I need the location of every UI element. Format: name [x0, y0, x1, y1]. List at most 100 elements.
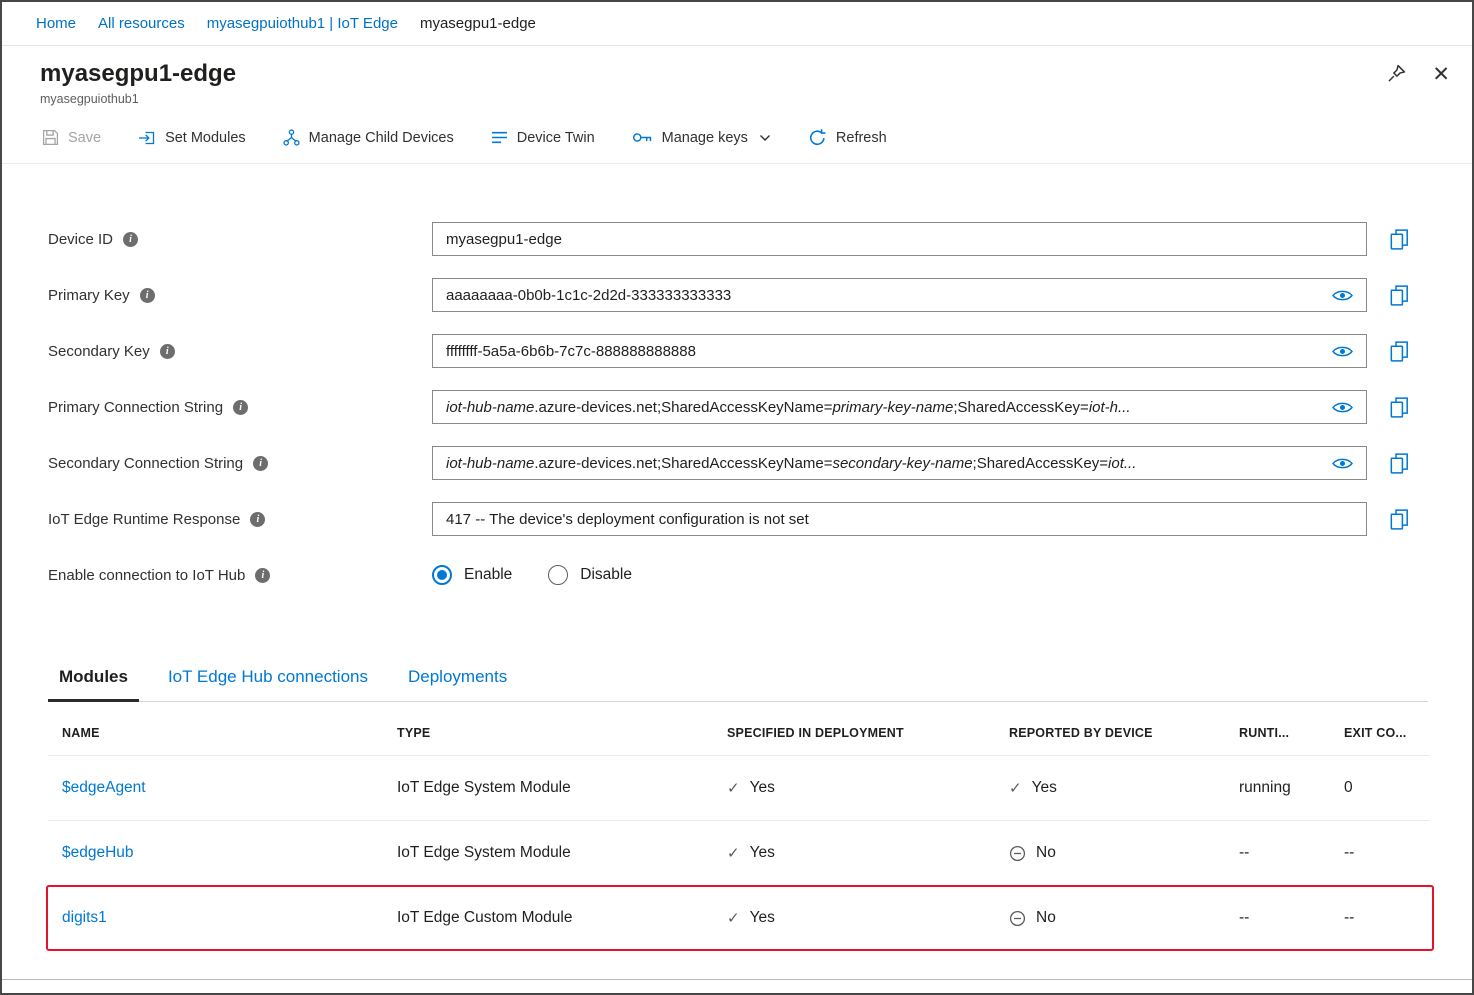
page-subtitle: myasegpuiothub1	[40, 92, 1434, 106]
radio-selected-icon	[432, 565, 452, 585]
breadcrumb-iothub[interactable]: myasegpuiothub1 | IoT Edge	[207, 15, 398, 32]
form-row-connection-toggle: Enable connection to IoT Hub i Enable Di…	[48, 558, 1472, 592]
info-icon[interactable]: i	[140, 288, 155, 303]
eye-icon[interactable]	[1322, 457, 1353, 470]
module-type: IoT Edge System Module	[397, 844, 727, 862]
eye-icon[interactable]	[1322, 345, 1353, 358]
primary-connection-string-input[interactable]: iot-hub-name.azure-devices.net;SharedAcc…	[432, 390, 1367, 424]
secondary-key-value: ffffffff-5a5a-6b6b-7c7c-888888888888	[446, 343, 696, 360]
specified-cell: ✓ Yes	[727, 844, 1009, 862]
info-icon[interactable]: i	[123, 232, 138, 247]
form-row-device-id: Device ID i myasegpu1-edge	[48, 222, 1472, 256]
info-icon[interactable]: i	[255, 568, 270, 583]
table-row: $edgeHub IoT Edge System Module ✓ Yes No…	[48, 821, 1430, 886]
column-header-runtime: RUNTI...	[1239, 726, 1344, 740]
connection-toggle-group: Enable Disable	[432, 565, 632, 585]
table-row: $edgeAgent IoT Edge System Module ✓ Yes …	[48, 756, 1430, 821]
reported-cell: No	[1009, 909, 1239, 927]
info-icon[interactable]: i	[253, 456, 268, 471]
eye-icon[interactable]	[1322, 289, 1353, 302]
device-id-value: myasegpu1-edge	[446, 231, 562, 248]
module-link[interactable]: digits1	[62, 909, 397, 927]
close-button[interactable]: ✕	[1432, 65, 1450, 85]
breadcrumb-all-resources[interactable]: All resources	[98, 15, 185, 32]
device-twin-icon	[491, 130, 508, 145]
header-actions: ✕	[1387, 64, 1450, 86]
table-row-highlighted: digits1 IoT Edge Custom Module ✓ Yes No …	[48, 886, 1430, 951]
exit-code: --	[1344, 909, 1430, 927]
set-modules-icon	[138, 130, 156, 146]
refresh-label: Refresh	[836, 130, 887, 146]
radio-disable[interactable]: Disable	[548, 565, 632, 585]
chevron-down-icon	[759, 134, 771, 142]
manage-keys-label: Manage keys	[662, 130, 748, 146]
breadcrumb: Home All resources myasegpuiothub1 | IoT…	[2, 2, 1472, 46]
module-link[interactable]: $edgeHub	[62, 844, 397, 862]
exit-code: 0	[1344, 779, 1430, 797]
device-twin-button[interactable]: Device Twin	[491, 130, 595, 146]
reported-value: No	[1036, 844, 1056, 862]
specified-value: Yes	[750, 779, 775, 797]
save-icon	[42, 129, 59, 146]
secondary-connection-string-input[interactable]: iot-hub-name.azure-devices.net;SharedAcc…	[432, 446, 1367, 480]
tab-modules[interactable]: Modules	[48, 659, 139, 701]
connection-toggle-label: Enable connection to IoT Hub	[48, 567, 245, 584]
primary-key-input[interactable]: aaaaaaaa-0b0b-1c1c-2d2d-333333333333	[432, 278, 1367, 312]
reported-value: No	[1036, 909, 1056, 927]
save-button[interactable]: Save	[42, 129, 101, 146]
tab-deployments[interactable]: Deployments	[397, 659, 518, 701]
refresh-icon	[808, 128, 827, 147]
form-row-primary-key: Primary Key i aaaaaaaa-0b0b-1c1c-2d2d-33…	[48, 278, 1472, 312]
copy-icon[interactable]	[1390, 341, 1409, 362]
module-link[interactable]: $edgeAgent	[62, 779, 397, 797]
secondary-key-input[interactable]: ffffffff-5a5a-6b6b-7c7c-888888888888	[432, 334, 1367, 368]
minus-circle-icon	[1009, 845, 1026, 862]
breadcrumb-home[interactable]: Home	[36, 15, 76, 32]
specified-value: Yes	[750, 909, 775, 927]
copy-icon[interactable]	[1390, 285, 1409, 306]
info-icon[interactable]: i	[233, 400, 248, 415]
pin-button[interactable]	[1387, 64, 1406, 86]
runtime-status: --	[1239, 909, 1344, 927]
table-header: NAME TYPE SPECIFIED IN DEPLOYMENT REPORT…	[48, 702, 1430, 756]
specified-cell: ✓ Yes	[727, 909, 1009, 927]
primary-key-label: Primary Key	[48, 287, 130, 304]
copy-icon[interactable]	[1390, 453, 1409, 474]
manage-keys-button[interactable]: Manage keys	[632, 130, 771, 146]
radio-enable-label: Enable	[464, 566, 512, 584]
set-modules-button[interactable]: Set Modules	[138, 130, 246, 146]
tab-bar: Modules IoT Edge Hub connections Deploym…	[48, 659, 1428, 702]
pin-icon	[1387, 64, 1406, 86]
bottom-divider	[2, 979, 1472, 980]
info-icon[interactable]: i	[250, 512, 265, 527]
runtime-response-input[interactable]: 417 -- The device's deployment configura…	[432, 502, 1367, 536]
radio-enable[interactable]: Enable	[432, 565, 512, 585]
runtime-status: running	[1239, 779, 1344, 797]
command-bar: Save Set Modules Manage Child Devices De…	[2, 112, 1472, 164]
form-row-secondary-key: Secondary Key i ffffffff-5a5a-6b6b-7c7c-…	[48, 334, 1472, 368]
copy-icon[interactable]	[1390, 509, 1409, 530]
refresh-button[interactable]: Refresh	[808, 128, 887, 147]
tab-iot-edge-hub-connections[interactable]: IoT Edge Hub connections	[157, 659, 379, 701]
info-icon[interactable]: i	[160, 344, 175, 359]
check-icon: ✓	[727, 779, 740, 797]
column-header-exit-code: EXIT CO...	[1344, 726, 1430, 740]
eye-icon[interactable]	[1322, 401, 1353, 414]
reported-cell: ✓ Yes	[1009, 779, 1239, 797]
reported-value: Yes	[1032, 779, 1057, 797]
check-icon: ✓	[727, 844, 740, 862]
device-id-input[interactable]: myasegpu1-edge	[432, 222, 1367, 256]
module-type: IoT Edge Custom Module	[397, 909, 727, 927]
primary-connection-string-value: iot-hub-name.azure-devices.net;SharedAcc…	[446, 399, 1131, 416]
primary-key-value: aaaaaaaa-0b0b-1c1c-2d2d-333333333333	[446, 287, 731, 304]
check-icon: ✓	[1009, 779, 1022, 797]
copy-icon[interactable]	[1390, 397, 1409, 418]
device-twin-label: Device Twin	[517, 130, 595, 146]
copy-icon[interactable]	[1390, 229, 1409, 250]
device-properties: Device ID i myasegpu1-edge Primary Key i…	[2, 164, 1472, 592]
runtime-status: --	[1239, 844, 1344, 862]
module-type: IoT Edge System Module	[397, 779, 727, 797]
manage-child-devices-button[interactable]: Manage Child Devices	[283, 129, 454, 146]
exit-code: --	[1344, 844, 1430, 862]
manage-child-devices-label: Manage Child Devices	[309, 130, 454, 146]
